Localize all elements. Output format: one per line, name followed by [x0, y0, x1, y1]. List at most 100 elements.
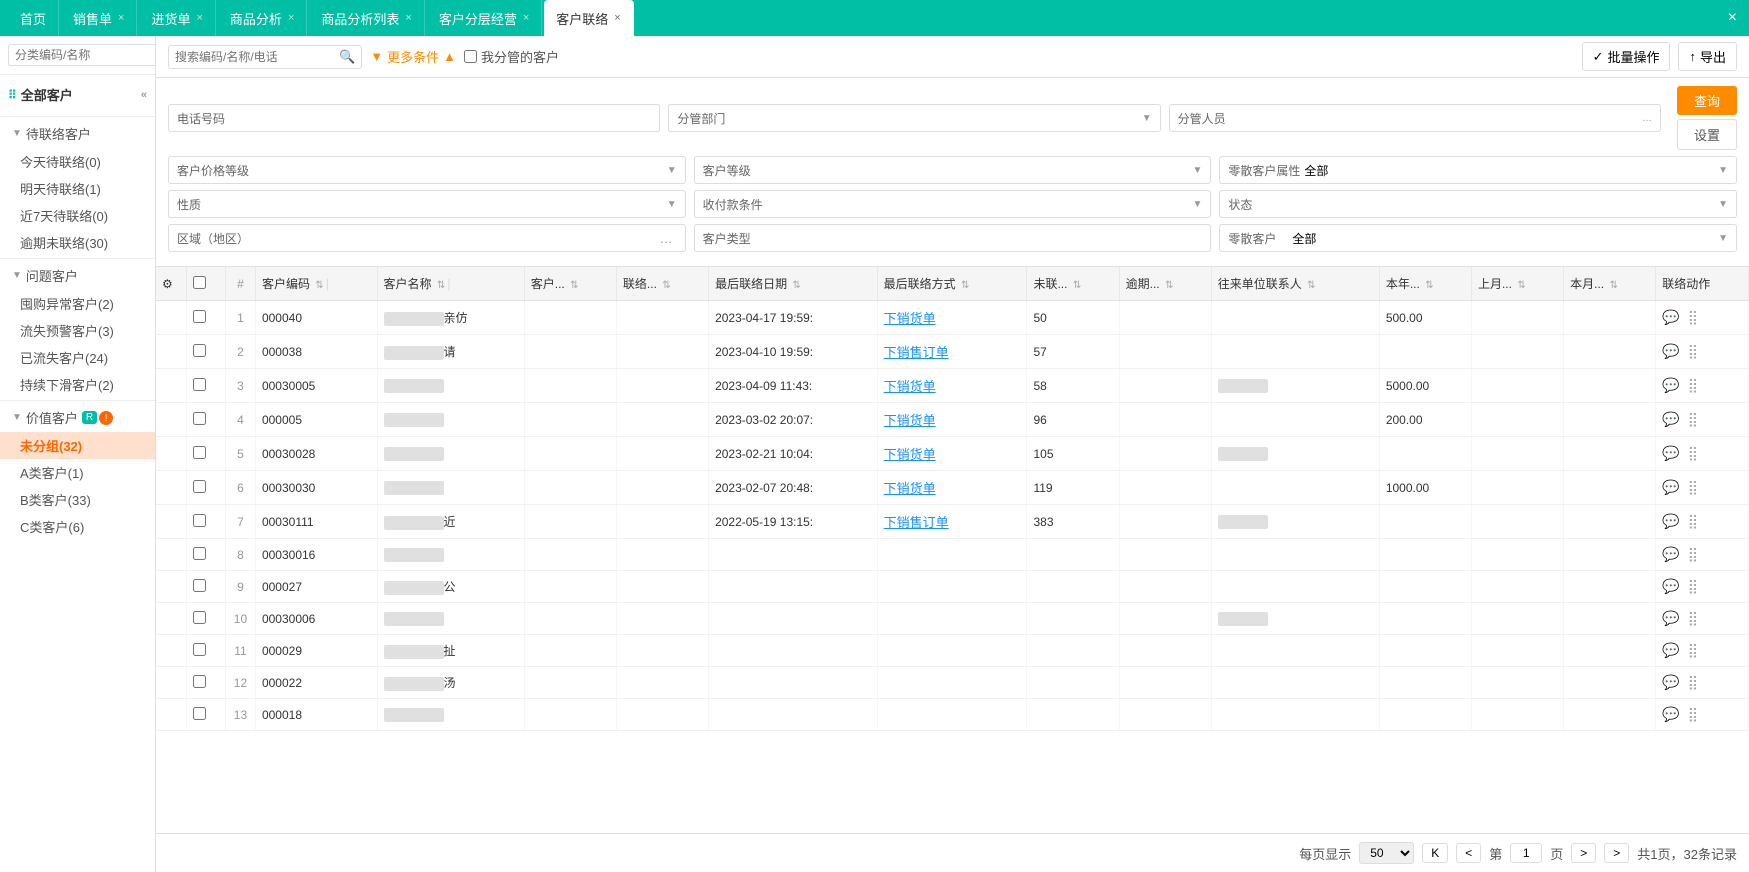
td-check[interactable] — [186, 603, 225, 635]
td-check[interactable] — [186, 335, 225, 369]
th-this-month[interactable]: 本月... ⇅ — [1564, 267, 1656, 301]
sidebar-item-overdue[interactable]: 逾期未联络(30) — [0, 229, 155, 256]
more-actions-icon[interactable]: ⣿ — [1688, 411, 1698, 428]
sidebar-item-declining[interactable]: 持续下滑客户(2) — [0, 371, 155, 398]
collapse-icon[interactable]: « — [141, 89, 147, 101]
more-actions-icon[interactable]: ⣿ — [1688, 309, 1698, 326]
row-checkbox[interactable] — [193, 707, 206, 720]
region-more-dots[interactable]: … — [656, 231, 677, 246]
more-actions-icon[interactable]: ⣿ — [1688, 343, 1698, 360]
th-this-year[interactable]: 本年... ⇅ — [1379, 267, 1471, 301]
contact-way-link[interactable]: 下销货单 — [884, 481, 936, 496]
contact-icon[interactable]: 💬 — [1662, 377, 1679, 394]
td-check[interactable] — [186, 539, 225, 571]
group-problem-title[interactable]: ▼ 问题客户 — [0, 261, 155, 290]
row-checkbox[interactable] — [193, 412, 206, 425]
contact-icon[interactable]: 💬 — [1662, 706, 1679, 723]
filter-phone-input[interactable] — [241, 111, 651, 125]
th-uncontacted[interactable]: 未联... ⇅ — [1027, 267, 1119, 301]
contact-icon[interactable]: 💬 — [1662, 309, 1679, 326]
th-code[interactable]: 客户编码 ⇅| — [255, 267, 377, 301]
td-check[interactable] — [186, 403, 225, 437]
filter-retail-customer[interactable]: 零散客户 全部 ▼ — [1219, 224, 1737, 252]
contact-icon[interactable]: 💬 — [1662, 479, 1679, 496]
filter-retail-attr[interactable]: 零散客户属性 全部 ▼ — [1219, 156, 1737, 184]
nav-tab-customer-tier[interactable]: 客户分层经营 × — [427, 0, 542, 36]
sidebar-search-input[interactable] — [8, 44, 156, 66]
row-checkbox[interactable] — [193, 344, 206, 357]
td-check[interactable] — [186, 571, 225, 603]
nav-tab-analysis[interactable]: 商品分析 × — [218, 0, 307, 36]
filter-nature[interactable]: 性质 ▼ — [168, 190, 686, 218]
nav-tab-customer-contact[interactable]: 客户联络 × — [544, 0, 633, 36]
filter-price-level[interactable]: 客户价格等级 ▼ — [168, 156, 686, 184]
th-last-month[interactable]: 上月... ⇅ — [1471, 267, 1563, 301]
th-gear[interactable]: ⚙ — [156, 267, 186, 301]
my-customers-check[interactable] — [464, 50, 477, 63]
group-pending-title[interactable]: ▼ 待联络客户 — [0, 119, 155, 148]
more-actions-icon[interactable]: ⣿ — [1688, 479, 1698, 496]
batch-ops-button[interactable]: ✓ 批量操作 — [1582, 42, 1671, 71]
contact-icon[interactable]: 💬 — [1662, 546, 1679, 563]
filter-region[interactable]: 区域（地区） … — [168, 224, 686, 252]
sidebar-item-7days[interactable]: 近7天待联络(0) — [0, 202, 155, 229]
contact-icon[interactable]: 💬 — [1662, 445, 1679, 462]
row-checkbox[interactable] — [193, 579, 206, 592]
sidebar-item-abnormal[interactable]: 囤购异常客户(2) — [0, 290, 155, 317]
td-check[interactable] — [186, 667, 225, 699]
close-tab-analysis[interactable]: × — [288, 12, 294, 24]
th-check[interactable] — [186, 267, 225, 301]
contact-icon[interactable]: 💬 — [1662, 674, 1679, 691]
sidebar-item-churn-warning[interactable]: 流失预警客户(3) — [0, 317, 155, 344]
row-checkbox[interactable] — [193, 675, 206, 688]
all-customers-header[interactable]: ⠿ 全部客户 « — [0, 79, 155, 110]
sidebar-item-tomorrow[interactable]: 明天待联络(1) — [0, 175, 155, 202]
filter-search-input[interactable] — [175, 50, 335, 64]
close-tab-customer-contact[interactable]: × — [614, 12, 620, 24]
contact-way-link[interactable]: 下销货单 — [884, 379, 936, 394]
group-value-title[interactable]: ▼ 价值客户 R ! — [0, 403, 155, 432]
nav-tab-purchase[interactable]: 进货单 × — [139, 0, 215, 36]
last-page-btn[interactable]: > — [1604, 843, 1629, 863]
more-actions-icon[interactable]: ⣿ — [1688, 706, 1698, 723]
select-all-checkbox[interactable] — [193, 276, 206, 289]
more-actions-icon[interactable]: ⣿ — [1688, 513, 1698, 530]
contact-way-link[interactable]: 下销售订单 — [884, 345, 949, 360]
row-checkbox[interactable] — [193, 514, 206, 527]
th-overdue[interactable]: 逾期... ⇅ — [1119, 267, 1211, 301]
contact-icon[interactable]: 💬 — [1662, 343, 1679, 360]
row-checkbox[interactable] — [193, 611, 206, 624]
filter-manager[interactable]: 分管人员 … — [1169, 104, 1661, 132]
contact-icon[interactable]: 💬 — [1662, 610, 1679, 627]
next-page-btn[interactable]: > — [1571, 843, 1596, 863]
row-checkbox[interactable] — [193, 643, 206, 656]
filter-status[interactable]: 状态 ▼ — [1219, 190, 1737, 218]
row-checkbox[interactable] — [193, 378, 206, 391]
sidebar-item-class-b[interactable]: B类客户(33) — [0, 486, 155, 513]
contact-way-link[interactable]: 下销货单 — [884, 311, 936, 326]
th-type[interactable]: 客户... ⇅ — [524, 267, 616, 301]
row-checkbox[interactable] — [193, 310, 206, 323]
contact-way-link[interactable]: 下销售订单 — [884, 515, 949, 530]
sidebar-item-class-a[interactable]: A类客户(1) — [0, 459, 155, 486]
page-size-select[interactable]: 50 20 100 — [1359, 842, 1414, 864]
td-check[interactable] — [186, 369, 225, 403]
close-tab-purchase[interactable]: × — [196, 12, 202, 24]
page-number-input[interactable] — [1510, 843, 1542, 863]
nav-tab-sales[interactable]: 销售单 × — [61, 0, 137, 36]
row-checkbox[interactable] — [193, 547, 206, 560]
filter-cust-type[interactable]: 客户类型 — [694, 224, 1212, 252]
th-name[interactable]: 客户名称 ⇅| — [377, 267, 524, 301]
close-tab-sales[interactable]: × — [118, 12, 124, 24]
filter-dept[interactable]: 分管部门 ▼ — [668, 104, 1160, 132]
more-actions-icon[interactable]: ⣿ — [1688, 674, 1698, 691]
contact-way-link[interactable]: 下销货单 — [884, 447, 936, 462]
more-actions-icon[interactable]: ⣿ — [1688, 610, 1698, 627]
more-actions-icon[interactable]: ⣿ — [1688, 377, 1698, 394]
reset-button[interactable]: 设置 — [1677, 119, 1737, 150]
td-check[interactable] — [186, 505, 225, 539]
filter-search-icon[interactable]: 🔍 — [339, 49, 355, 65]
th-unit-contact[interactable]: 往来单位联系人 ⇅ — [1211, 267, 1379, 301]
more-actions-icon[interactable]: ⣿ — [1688, 445, 1698, 462]
query-button[interactable]: 查询 — [1677, 86, 1737, 115]
